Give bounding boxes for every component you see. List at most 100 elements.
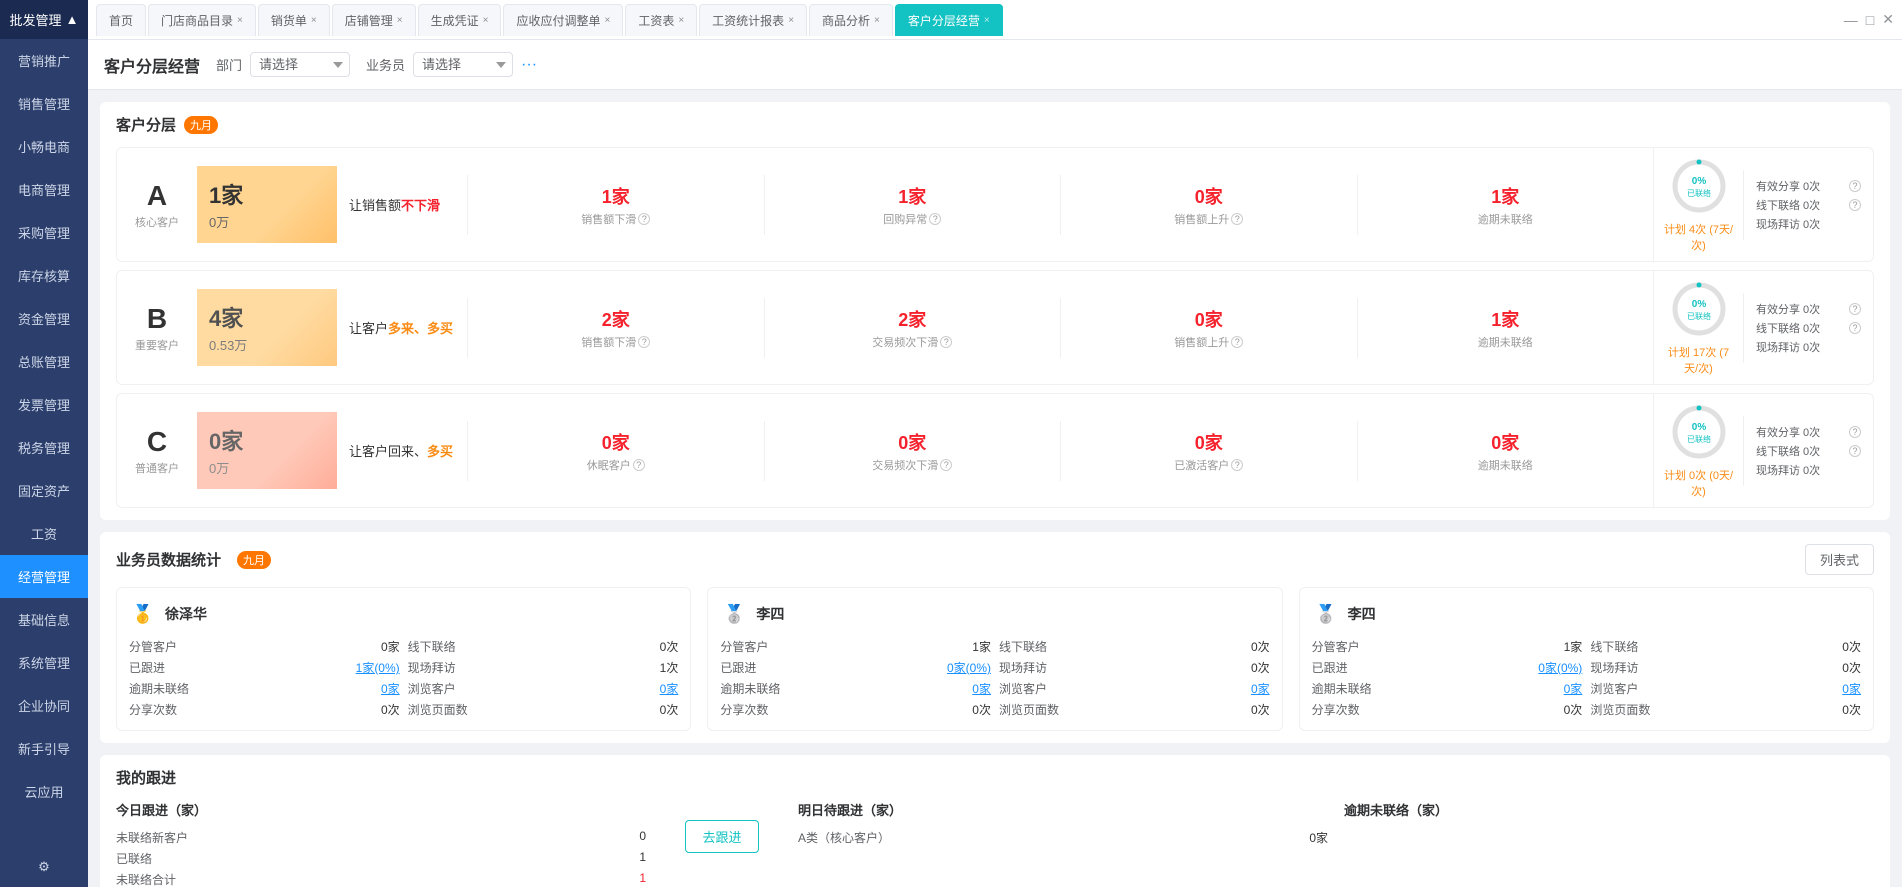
tier-a-stat-1[interactable]: 1家 销售额下滑 ? — [467, 175, 764, 235]
info-icon[interactable]: ? — [633, 459, 645, 471]
staff-filter-group: 业务员 请选择 ··· — [366, 52, 537, 77]
tier-c-stat-2[interactable]: 0家 交易频次下滑 ? — [764, 421, 1061, 481]
info-icon[interactable]: ? — [1231, 213, 1243, 225]
tier-a-slogan: 让销售额不下滑 — [337, 195, 467, 214]
info-icon[interactable]: ? — [1849, 445, 1861, 457]
info-icon[interactable]: ? — [1849, 426, 1861, 438]
tier-b-stat-3[interactable]: 0家 销售额上升 ? — [1060, 298, 1357, 358]
dept-select[interactable]: 请选择 — [250, 52, 350, 77]
staff-name-1: 李四 — [756, 604, 784, 624]
info-icon[interactable]: ? — [638, 213, 650, 225]
info-icon[interactable]: ? — [638, 336, 650, 348]
more-filters-button[interactable]: ··· — [521, 56, 537, 74]
sidebar-header[interactable]: 批发管理 ▲ — [0, 0, 88, 39]
sidebar-item-fpgl[interactable]: 发票管理 — [0, 383, 88, 426]
customer-tier-title: 客户分层 — [116, 114, 176, 135]
sidebar-item-yyyg[interactable]: 云应用 — [0, 770, 88, 813]
sidebar-item-xtgl[interactable]: 系统管理 — [0, 641, 88, 684]
sidebar-item-dsggl[interactable]: 电商管理 — [0, 168, 88, 211]
tier-a-stat-3[interactable]: 0家 销售额上升 ? — [1060, 175, 1357, 235]
close-icon[interactable]: × — [604, 15, 610, 26]
tab-payroll-report[interactable]: 工资统计报表 × — [699, 4, 807, 36]
staff-header-0: 🥇 徐泽华 — [129, 600, 678, 628]
tier-a-main-stat[interactable]: 1家 0万 — [197, 166, 337, 243]
sidebar-item-jygl[interactable]: 经营管理 — [0, 555, 88, 598]
info-icon[interactable]: ? — [1849, 303, 1861, 315]
tier-a-stat-2[interactable]: 1家 回购异常 ? — [764, 175, 1061, 235]
info-icon[interactable]: ? — [929, 213, 941, 225]
info-icon[interactable]: ? — [1231, 459, 1243, 471]
tier-b-stat-4[interactable]: 1家 逾期未联络 — [1357, 298, 1654, 358]
tab-product-analysis[interactable]: 商品分析 × — [809, 4, 893, 36]
tier-grid: A 核心客户 1家 0万 让销售额不下滑 1家 销售额下滑 ? — [116, 147, 1874, 508]
tab-home[interactable]: 首页 — [96, 4, 146, 36]
close-icon[interactable]: × — [984, 15, 990, 26]
sidebar-item-xsgl[interactable]: 销售管理 — [0, 82, 88, 125]
info-icon[interactable]: ? — [1849, 180, 1861, 192]
close-icon[interactable]: × — [788, 15, 794, 26]
close-icon[interactable]: × — [237, 15, 243, 26]
tier-c-main-stat[interactable]: 0家 0万 — [197, 412, 337, 489]
svg-text:0%: 0% — [1691, 422, 1706, 433]
tab-store-products[interactable]: 门店商品目录 × — [148, 4, 256, 36]
close-icon[interactable]: × — [678, 15, 684, 26]
tab-bar: 首页 门店商品目录 × 销货单 × 店铺管理 × 生成凭证 × 应收应付调整单 … — [88, 0, 1902, 40]
tier-b-stats: 2家 销售额下滑 ? 2家 交易频次下滑 ? 0家 销售额上升 ? 1家 — [467, 298, 1653, 358]
staff-select[interactable]: 请选择 — [413, 52, 513, 77]
follow-action-block: 去跟进 — [662, 800, 782, 853]
tier-b-stat-2[interactable]: 2家 交易频次下滑 ? — [764, 298, 1061, 358]
tab-store-mgmt[interactable]: 店铺管理 × — [332, 4, 416, 36]
tier-c-stat-4[interactable]: 0家 逾期未联络 — [1357, 421, 1654, 481]
info-icon[interactable]: ? — [940, 459, 952, 471]
staff-stats-section: 业务员数据统计 九月 列表式 🥇 徐泽华 分管客户0家 线下联络0次 已跟进1家… — [100, 532, 1890, 743]
tab-payroll[interactable]: 工资表 × — [625, 4, 697, 36]
sidebar-item-kchsh[interactable]: 库存核算 — [0, 254, 88, 297]
sidebar-item-zzgl[interactable]: 总账管理 — [0, 340, 88, 383]
window-maximize-icon[interactable]: □ — [1866, 12, 1874, 28]
follow-overdue-title: 逾期未联络（家） — [1344, 800, 1874, 819]
staff-row: 浏览页面数0次 — [1590, 701, 1861, 718]
staff-name-2: 李四 — [1348, 604, 1376, 624]
tier-b-stat-1[interactable]: 2家 销售额下滑 ? — [467, 298, 764, 358]
staff-row: 分管客户1家 — [720, 638, 991, 655]
settings-button[interactable]: ⚙ — [0, 847, 88, 887]
sidebar-item-swgl[interactable]: 税务管理 — [0, 426, 88, 469]
sidebar-item-qyxt[interactable]: 企业协同 — [0, 684, 88, 727]
tab-sales-order[interactable]: 销货单 × — [258, 4, 330, 36]
sidebar-item-zjgl[interactable]: 资金管理 — [0, 297, 88, 340]
tier-a-stat-4[interactable]: 1家 逾期未联络 — [1357, 175, 1654, 235]
info-icon[interactable]: ? — [1849, 199, 1861, 211]
staff-stats-title: 业务员数据统计 — [116, 549, 221, 570]
tier-b-label: B 重要客户 — [117, 291, 197, 365]
sidebar-item-xcdsh[interactable]: 小畅电商 — [0, 125, 88, 168]
sidebar-item-cggl[interactable]: 采购管理 — [0, 211, 88, 254]
tab-gen-voucher[interactable]: 生成凭证 × — [418, 4, 502, 36]
tier-c-stat-1[interactable]: 0家 休眠客户 ? — [467, 421, 764, 481]
info-icon[interactable]: ? — [1231, 336, 1243, 348]
close-icon[interactable]: × — [483, 15, 489, 26]
sidebar-item-gz[interactable]: 工资 — [0, 512, 88, 555]
close-icon[interactable]: × — [874, 15, 880, 26]
info-icon[interactable]: ? — [1849, 322, 1861, 334]
staff-avatar-1: 🥈 — [720, 600, 748, 628]
svg-text:已联络: 已联络 — [1687, 434, 1711, 444]
window-close-icon[interactable]: ✕ — [1882, 11, 1894, 28]
follow-header: 我的跟进 — [116, 767, 1874, 788]
list-view-button[interactable]: 列表式 — [1805, 544, 1874, 575]
tier-b-main-stat[interactable]: 4家 0.53万 — [197, 289, 337, 366]
go-follow-button[interactable]: 去跟进 — [685, 820, 758, 853]
tier-b-count: 4家 — [209, 301, 325, 333]
close-icon[interactable]: × — [397, 15, 403, 26]
sidebar-item-yxtt[interactable]: 营销推广 — [0, 39, 88, 82]
sidebar-item-xsyd[interactable]: 新手引导 — [0, 727, 88, 770]
tier-b-amount: 0.53万 — [209, 335, 325, 354]
tab-ar-ap-adj[interactable]: 应收应付调整单 × — [503, 4, 623, 36]
info-icon[interactable]: ? — [940, 336, 952, 348]
window-minimize-icon[interactable]: — — [1844, 12, 1858, 28]
sidebar-item-jcxx[interactable]: 基础信息 — [0, 598, 88, 641]
sidebar-item-gdzy[interactable]: 固定资产 — [0, 469, 88, 512]
tab-customer-tier[interactable]: 客户分层经营 × — [895, 4, 1003, 36]
staff-row: 线下联络0次 — [999, 638, 1270, 655]
close-icon[interactable]: × — [311, 15, 317, 26]
tier-c-stat-3[interactable]: 0家 已激活客户 ? — [1060, 421, 1357, 481]
